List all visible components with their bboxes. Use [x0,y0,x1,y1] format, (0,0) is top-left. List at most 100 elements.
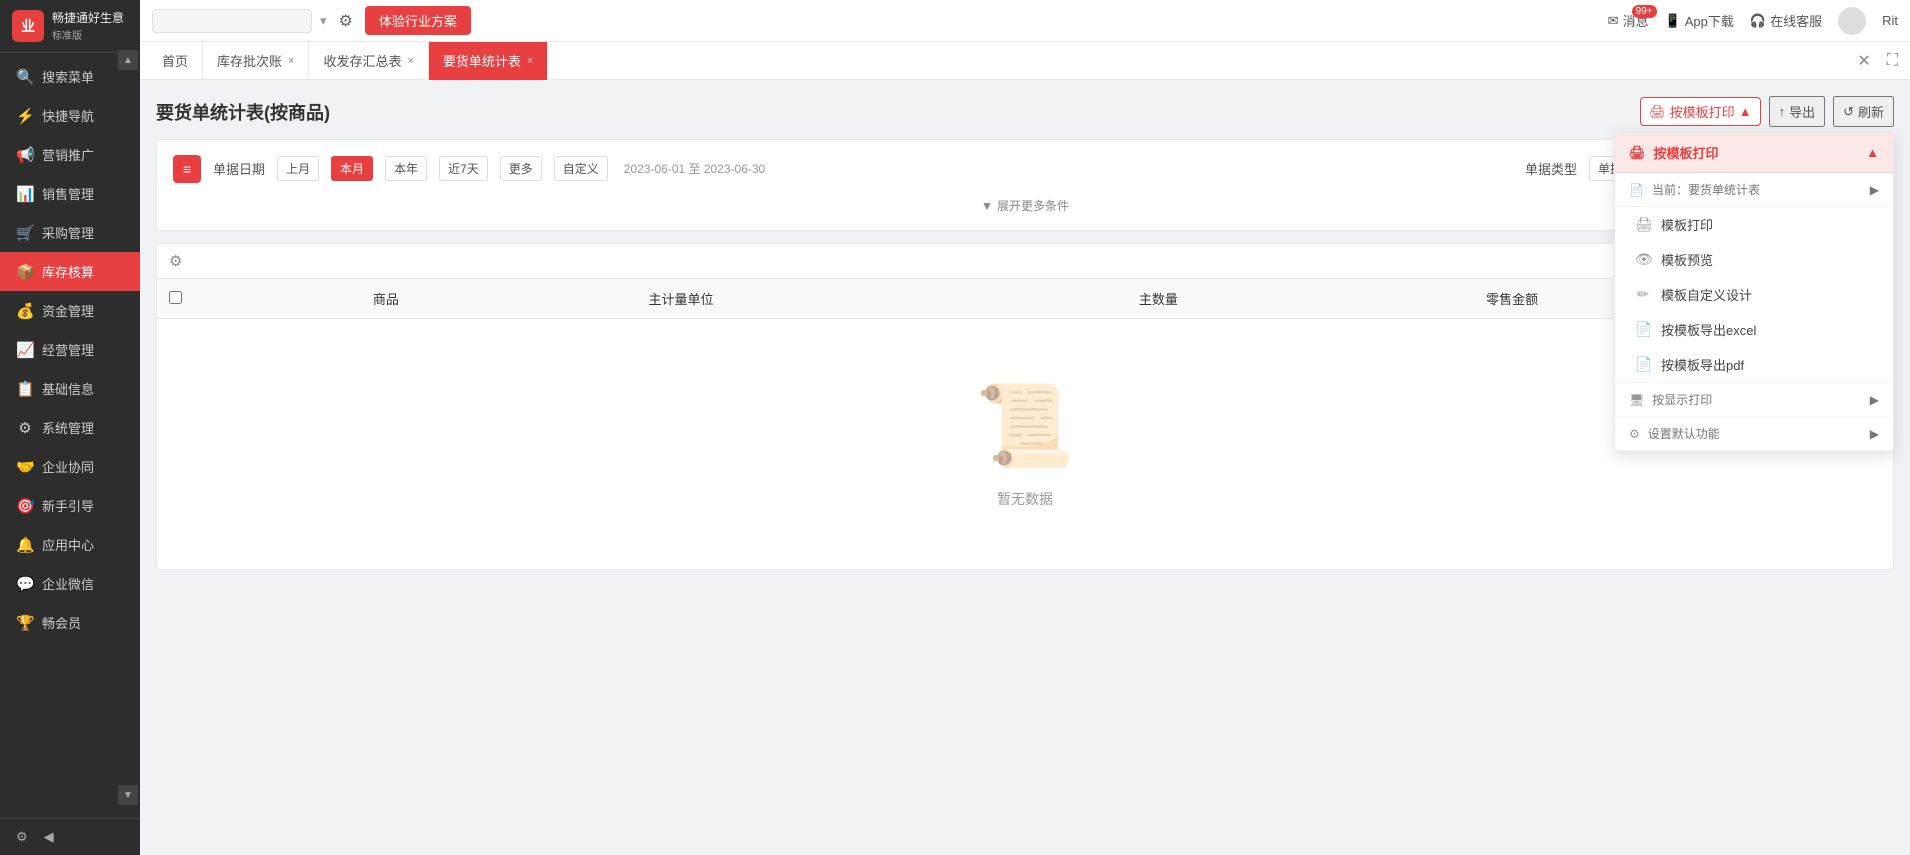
sidebar-icon-guide: 🎯 [16,497,34,515]
th-商品: 商品 [361,279,637,319]
industry-btn[interactable]: 体验行业方案 [365,6,471,35]
collapse-icon[interactable]: ◀ [44,829,54,845]
date-btn-自定义[interactable]: 自定义 [554,156,608,181]
dropdown-item-template-print[interactable]: 🖨模板打印 [1615,207,1893,242]
sidebar-item-purchase[interactable]: 🛒采购管理 [0,213,140,252]
sidebar-icon-finance: 💰 [16,302,34,320]
printer-icon: 🖨 [1649,104,1666,120]
sidebar-icon-marketing: 📢 [16,146,34,164]
sidebar-item-marketing[interactable]: 📢营销推广 [0,135,140,174]
sidebar-label-member: 畅会员 [42,613,81,632]
tab-close-all[interactable]: ✕ [1853,47,1874,75]
dropdown-close-icon[interactable]: ▲ [1866,145,1879,160]
app-download-btn[interactable]: 📱 App下载 [1665,11,1734,30]
dropdown-label-export-excel: 按模板导出excel [1661,320,1756,339]
tab-collection[interactable]: 收发存汇总表× [309,42,428,80]
tab-close-batch[interactable]: × [288,55,294,67]
sidebar-icon-system: ⚙ [16,419,34,437]
print-btn[interactable]: 🖨 按模板打印 ▲ [1640,97,1760,126]
avatar-btn[interactable] [1838,7,1866,35]
page-header: 要货单统计表(按商品) 🖨 按模板打印 ▲ ↑ 导出 ↺ 刷新 [156,96,1894,127]
refresh-icon: ↺ [1843,104,1854,120]
tab-label-batch: 库存批次账 [217,51,282,70]
sidebar-bottom[interactable]: ⚙ ◀ [0,818,140,855]
dropdown-item-export-pdf[interactable]: 📄按模板导出pdf [1615,347,1893,382]
expand-label: 展开更多条件 [997,197,1069,214]
sidebar-item-system[interactable]: ⚙系统管理 [0,408,140,447]
dropdown-item-export-excel[interactable]: 📄按模板导出excel [1615,312,1893,347]
dropdown-label-template-design: 模板自定义设计 [1661,285,1752,304]
current-label: 当前：要货单统计表 [1652,181,1760,198]
dropdown-header[interactable]: 🖨 按模板打印 ▲ [1615,133,1893,173]
date-btn-本月[interactable]: 本月 [331,156,373,181]
tabbar: 首页库存批次账×收发存汇总表×要货单统计表× ✕ ⛶ [140,42,1910,80]
sidebar-item-enterprise[interactable]: 🤝企业协同 [0,447,140,486]
current-template[interactable]: 📄 当前：要货单统计表 ▶ [1615,173,1893,206]
display-print-toggle[interactable]: 🖥 按显示打印 ▶ [1615,383,1893,416]
sidebar-item-shortcut[interactable]: ⚡快捷导航 [0,96,140,135]
dropdown-item-template-design[interactable]: ✏模板自定义设计 [1615,277,1893,312]
table-settings-icon[interactable]: ⚙ [169,252,182,270]
print-dropdown: 🖨 按模板打印 ▲ 📄 当前：要货单统计表 ▶ [1614,132,1894,452]
sidebar-item-inventory[interactable]: 📦库存核算 [0,252,140,291]
app-name: 畅捷通好生意 [52,10,124,27]
sidebar-item-member[interactable]: 🏆畅会员 [0,603,140,642]
date-btn-更多[interactable]: 更多 [500,156,542,181]
sidebar-item-app[interactable]: 🔔应用中心 [0,525,140,564]
topbar: ▾ ⚙ 体验行业方案 ✉ 消息 99+ 📱 App下载 🎧 在线客服 Rit [140,0,1910,42]
sidebar-item-guide[interactable]: 🎯新手引导 [0,486,140,525]
tab-home[interactable]: 首页 [148,42,203,80]
username-label[interactable]: Rit [1882,13,1898,28]
date-btn-本年[interactable]: 本年 [385,156,427,181]
sidebar-icon-operation: 📈 [16,341,34,359]
sidebar-item-sales[interactable]: 📊 销售管理 [0,174,140,213]
tabbar-actions: ✕ ⛶ [1853,47,1902,75]
sidebar-label-wechat: 企业微信 [42,574,94,593]
tab-close-collection[interactable]: × [407,55,413,67]
expand-filter-btn[interactable]: ▼ 展开更多条件 [969,193,1081,218]
print-chevron: ▲ [1739,104,1752,119]
select-all-checkbox[interactable] [169,291,182,304]
date-btn-上月[interactable]: 上月 [277,156,319,181]
sidebar-label-enterprise: 企业协同 [42,457,94,476]
sidebar-label-shortcut: 快捷导航 [42,106,94,125]
sidebar-item-wechat[interactable]: 💬 企业微信 [0,564,140,603]
sidebar-icon-wechat: 💬 [16,575,34,593]
tab-batch[interactable]: 库存批次账 × [203,42,309,80]
dropdown-item-template-preview[interactable]: 👁 模板预览 [1615,242,1893,277]
topbar-dropdown-icon[interactable]: ▾ [320,13,327,29]
defaults-chevron: ▶ [1870,427,1879,441]
sidebar-item-operation[interactable]: 📈经营管理 [0,330,140,369]
sidebar-icon-sales: 📊 [16,185,34,203]
tab-close-order-stat[interactable]: × [527,55,533,67]
empty-text: 暂无数据 [997,489,1053,509]
dropdown-icon-template-print: 🖨 [1635,216,1651,233]
defaults-toggle[interactable]: ⚙ 设置默认功能 ▶ [1615,417,1893,450]
sidebar-item-basic[interactable]: 📋基础信息 [0,369,140,408]
tab-expand[interactable]: ⛶ [1883,48,1902,74]
sidebar-icon-basic: 📋 [16,380,34,398]
search-input[interactable] [152,9,312,33]
sidebar: 业 畅捷通好生意 标准版 🔍搜索菜单⚡快捷导航📢营销推广📊销售管理🛒采购管理📦库… [0,0,140,855]
date-btn-近7天[interactable]: 近7天 [439,156,488,181]
sidebar-label-sales: 销售管理 [42,184,94,203]
gear-icon[interactable]: ⚙ [335,7,357,35]
filter-toggle[interactable]: ≡ [173,155,201,183]
sidebar-label-purchase: 采购管理 [42,223,94,242]
sidebar-scroll-down[interactable]: ▼ [118,785,138,805]
online-service-btn[interactable]: 🎧 在线客服 [1750,11,1822,30]
tab-label-order-stat: 要货单统计表 [443,51,521,70]
dropdown-section-defaults: ⚙ 设置默认功能 ▶ [1615,417,1893,451]
sidebar-scroll-up[interactable]: ▲ [118,50,138,70]
export-label: 导出 [1789,102,1815,121]
export-icon: ↑ [1779,104,1786,119]
settings-icon[interactable]: ⚙ [16,829,28,845]
sidebar-label-app: 应用中心 [42,535,94,554]
export-btn[interactable]: ↑ 导出 [1769,96,1826,127]
refresh-btn[interactable]: ↺ 刷新 [1833,96,1894,127]
dropdown-label-template-preview: 模板预览 [1661,250,1713,269]
sidebar-item-finance[interactable]: 💰资金管理 [0,291,140,330]
message-btn[interactable]: ✉ 消息 99+ [1608,11,1649,30]
tab-order-stat[interactable]: 要货单统计表 × [429,42,548,80]
dropdown-icon-template-preview: 👁 [1635,251,1651,268]
